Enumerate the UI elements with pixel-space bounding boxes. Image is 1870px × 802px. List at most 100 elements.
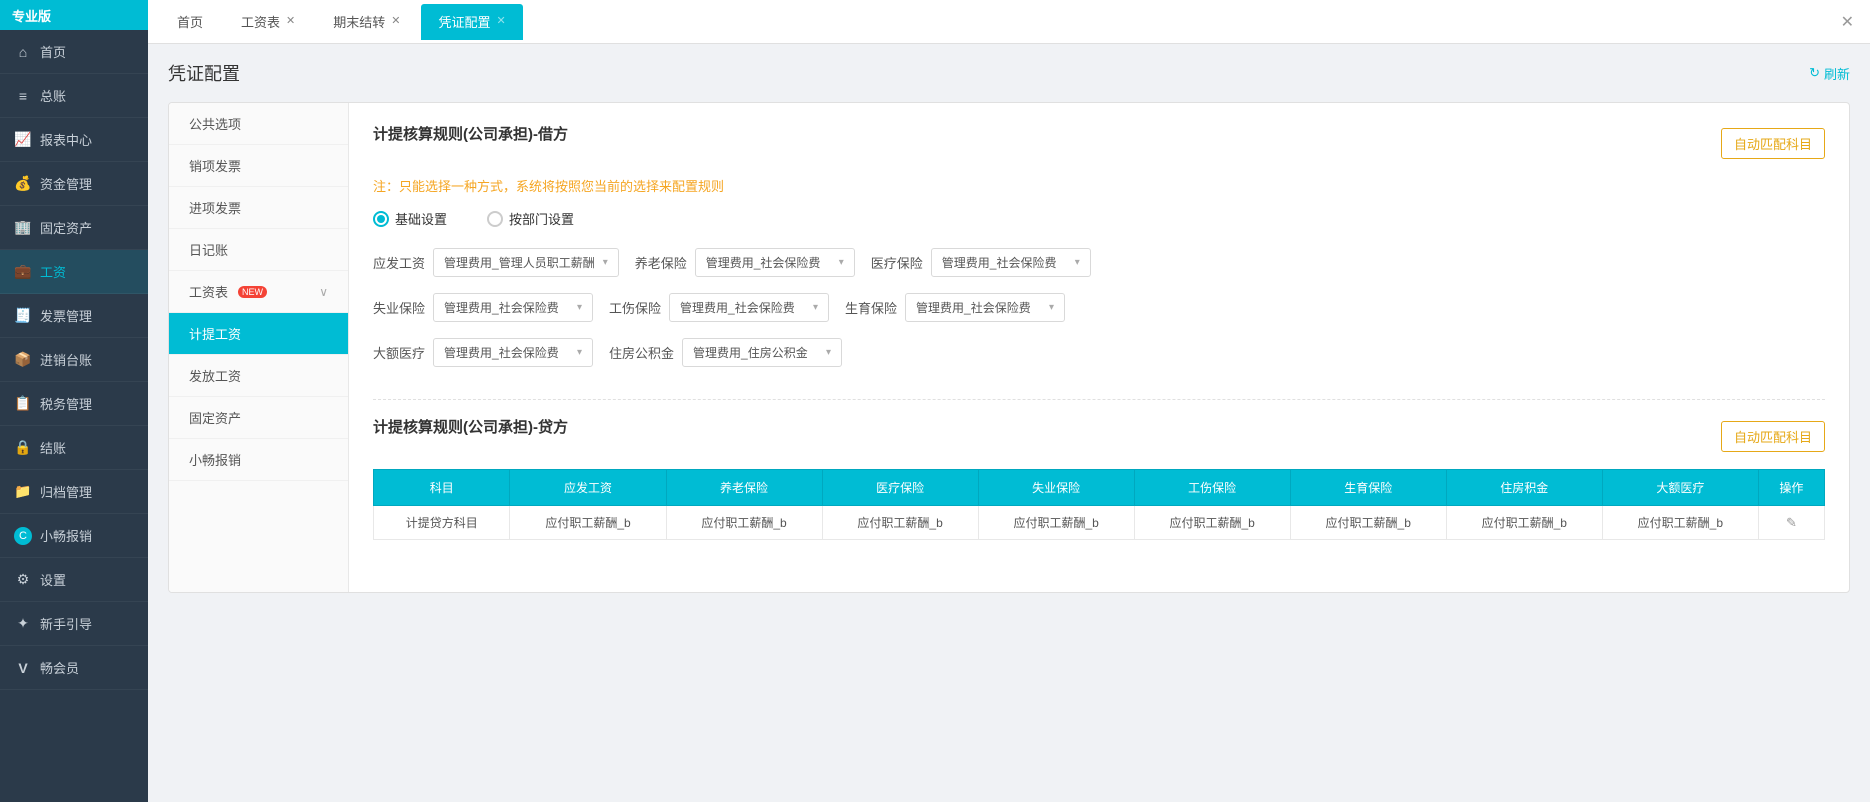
funds-icon: 💰 [14,175,32,192]
credit-auto-match-button[interactable]: 自动匹配科目 [1721,421,1825,452]
sidebar-item-xiaochang[interactable]: C 小畅报销 [0,514,148,558]
field-medical: 医疗保险 管理费用_社会保险费 ▾ [871,248,1091,277]
nav-item-fixed-assets[interactable]: 固定资产 [169,397,348,439]
nav-item-public[interactable]: 公共选项 [169,103,348,145]
nav-item-xiaochang-expense[interactable]: 小畅报销 [169,439,348,481]
tab-voucher-config[interactable]: 凭证配置 ✕ [421,4,522,40]
sidebar-item-label: 首页 [40,42,66,61]
select-major-medical-arrow: ▾ [577,347,582,358]
th-housing: 住房积金 [1446,470,1602,506]
page-close-button[interactable]: ✕ [1837,8,1858,36]
sidebar-item-archive[interactable]: 📁 归档管理 [0,470,148,514]
td-action[interactable]: ✎ [1758,506,1824,540]
th-salary: 应发工资 [510,470,666,506]
tab-bar: 首页 工资表 ✕ 期末结转 ✕ 凭证配置 ✕ ✕ [148,0,1870,44]
sidebar-item-tax[interactable]: 📋 税务管理 [0,382,148,426]
debit-auto-match-button[interactable]: 自动匹配科目 [1721,128,1825,159]
refresh-button[interactable]: ↻ 刷新 [1809,64,1850,83]
credit-section: 计提核算规则(公司承担)-贷方 自动匹配科目 科目 应发工资 养老保险 医疗保险… [373,416,1825,540]
select-maternity[interactable]: 管理费用_社会保险费 ▾ [905,293,1065,322]
select-major-medical[interactable]: 管理费用_社会保险费 ▾ [433,338,593,367]
debit-section-header: 计提核算规则(公司承担)-借方 自动匹配科目 [373,123,1825,164]
th-injury: 工伤保险 [1134,470,1290,506]
nav-item-calc-salary[interactable]: 计提工资 [169,313,348,355]
td-medical: 应付职工薪酬_b [822,506,978,540]
select-medical-arrow: ▾ [1075,257,1080,268]
select-medical[interactable]: 管理费用_社会保险费 ▾ [931,248,1091,277]
xiaochang-icon: C [14,527,32,545]
brand-label: 专业版 [12,6,51,25]
select-injury[interactable]: 管理费用_社会保险费 ▾ [669,293,829,322]
th-maternity: 生育保险 [1290,470,1446,506]
label-pension: 养老保险 [635,253,687,272]
nav-item-purchase-invoice-label: 进项发票 [189,198,241,217]
label-injury: 工伤保险 [609,298,661,317]
select-medical-value: 管理费用_社会保险费 [942,254,1057,271]
nav-item-salary-table[interactable]: 工资表 NEW ∨ [169,271,348,313]
sidebar-item-funds[interactable]: 💰 资金管理 [0,162,148,206]
tab-home[interactable]: 首页 [160,4,220,40]
archive-icon: 📁 [14,483,32,500]
right-content: 计提核算规则(公司承担)-借方 自动匹配科目 注：只能选择一种方式，系统将按照您… [349,103,1849,592]
field-housing: 住房公积金 管理费用_住房公积金 ▾ [609,338,842,367]
sidebar-item-reports[interactable]: 📈 报表中心 [0,118,148,162]
tab-period-close-label: 期末结转 [333,12,385,31]
th-subject: 科目 [374,470,510,506]
sidebar-item-home[interactable]: ⌂ 首页 [0,30,148,74]
nav-item-sales-invoice[interactable]: 销项发票 [169,145,348,187]
sidebar-item-guide[interactable]: ✦ 新手引导 [0,602,148,646]
select-housing[interactable]: 管理费用_住房公积金 ▾ [682,338,842,367]
sidebar-item-label: 资金管理 [40,174,92,193]
credit-table: 科目 应发工资 养老保险 医疗保险 失业保险 工伤保险 生育保险 住房积金 大额… [373,469,1825,540]
tab-salary-table[interactable]: 工资表 ✕ [224,4,312,40]
select-pension[interactable]: 管理费用_社会保险费 ▾ [695,248,855,277]
label-major-medical: 大额医疗 [373,343,425,362]
tab-salary-table-close[interactable]: ✕ [286,16,295,27]
radio-basic[interactable]: 基础设置 [373,209,447,228]
table-header-row: 科目 应发工资 养老保险 医疗保险 失业保险 工伤保险 生育保险 住房积金 大额… [374,470,1825,506]
sidebar-item-label: 工资 [40,262,66,281]
sidebar-item-label: 总账 [40,86,66,105]
sidebar-item-label: 归档管理 [40,482,92,501]
row-edit-icon[interactable]: ✎ [1786,515,1797,530]
label-salary: 应发工资 [373,253,425,272]
sidebar-item-salary[interactable]: 💼 工资 [0,250,148,294]
credit-section-title: 计提核算规则(公司承担)-贷方 [373,416,568,445]
radio-dept-label: 按部门设置 [509,209,574,228]
nav-item-pay-salary[interactable]: 发放工资 [169,355,348,397]
sidebar-item-settings[interactable]: ⚙ 设置 [0,558,148,602]
tab-period-close-close[interactable]: ✕ [391,16,400,27]
sidebar-item-invoice[interactable]: 🧾 发票管理 [0,294,148,338]
sidebar-item-close[interactable]: 🔒 结账 [0,426,148,470]
credit-section-header: 计提核算规则(公司承担)-贷方 自动匹配科目 [373,416,1825,457]
th-medical: 医疗保险 [822,470,978,506]
debit-form-row-1: 应发工资 管理费用_管理人员职工薪酬 ▾ 养老保险 管理费用_社会保险费 ▾ [373,248,1825,277]
page-title: 凭证配置 [168,60,240,86]
select-maternity-arrow: ▾ [1049,302,1054,313]
sidebar-header: 专业版 [0,0,148,30]
radio-dept[interactable]: 按部门设置 [487,209,574,228]
radio-group: 基础设置 按部门设置 [373,209,1825,228]
label-housing: 住房公积金 [609,343,674,362]
assets-icon: 🏢 [14,219,32,236]
tab-home-label: 首页 [177,12,203,31]
select-housing-arrow: ▾ [826,347,831,358]
field-major-medical: 大额医疗 管理费用_社会保险费 ▾ [373,338,593,367]
tab-period-close[interactable]: 期末结转 ✕ [316,4,417,40]
sidebar-item-ledger[interactable]: ≡ 总账 [0,74,148,118]
nav-item-journal[interactable]: 日记账 [169,229,348,271]
left-nav: 公共选项 销项发票 进项发票 日记账 工资表 NEW ∨ 计提工资 [169,103,349,592]
td-housing: 应付职工薪酬_b [1446,506,1602,540]
tab-voucher-config-close[interactable]: ✕ [497,16,506,27]
sidebar-item-assets[interactable]: 🏢 固定资产 [0,206,148,250]
sidebar-item-member[interactable]: V 畅会员 [0,646,148,690]
sidebar-item-inventory[interactable]: 📦 进销台账 [0,338,148,382]
select-salary[interactable]: 管理费用_管理人员职工薪酬 ▾ [433,248,619,277]
nav-item-purchase-invoice[interactable]: 进项发票 [169,187,348,229]
select-unemployment-value: 管理费用_社会保险费 [444,299,559,316]
debit-section-title: 计提核算规则(公司承担)-借方 [373,123,568,152]
sidebar-item-label: 税务管理 [40,394,92,413]
nav-item-calc-salary-label: 计提工资 [189,324,241,343]
select-unemployment[interactable]: 管理费用_社会保险费 ▾ [433,293,593,322]
debit-form-row-2: 失业保险 管理费用_社会保险费 ▾ 工伤保险 管理费用_社会保险费 ▾ [373,293,1825,322]
